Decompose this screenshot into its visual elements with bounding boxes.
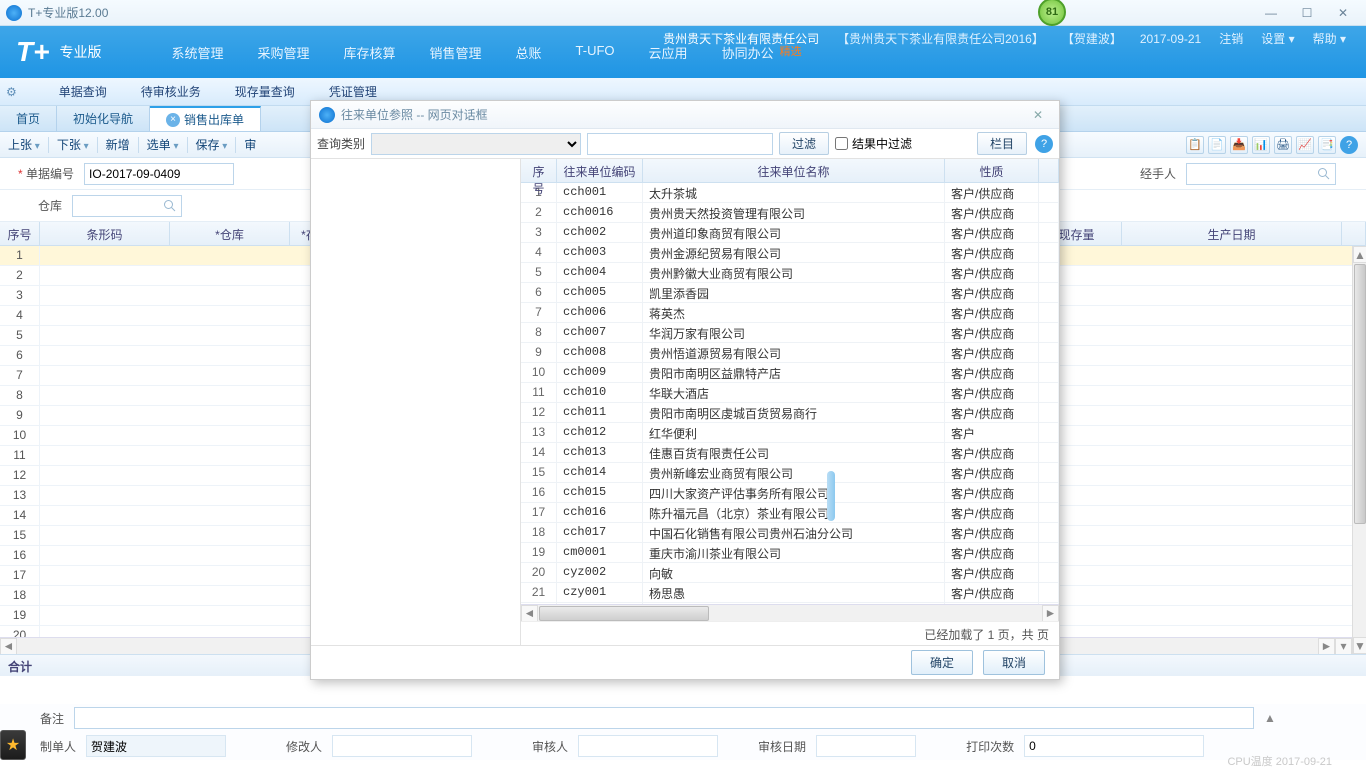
query-input[interactable] — [587, 133, 773, 155]
partner-row[interactable]: 9cch008贵州悟道源贸易有限公司客户/供应商 — [521, 343, 1059, 363]
partner-row[interactable]: 1cch001太升茶城客户/供应商 — [521, 183, 1059, 203]
dialog-titlebar: 往来单位参照 -- 网页对话框 ✕ — [311, 101, 1059, 129]
partner-table: 序号 往来单位编码 往来单位名称 性质 1cch001太升茶城客户/供应商2cc… — [521, 159, 1059, 645]
partner-row[interactable]: 13cch012红华便利客户 — [521, 423, 1059, 443]
partner-row[interactable]: 4cch003贵州金源纪贸易有限公司客户/供应商 — [521, 243, 1059, 263]
dialog-close-icon[interactable]: ✕ — [1025, 105, 1051, 125]
category-tree[interactable] — [311, 159, 521, 645]
partner-row[interactable]: 7cch006蒋英杰客户/供应商 — [521, 303, 1059, 323]
partner-row[interactable]: 18cch017中国石化销售有限公司贵州石油分公司客户/供应商 — [521, 523, 1059, 543]
partner-row[interactable]: 12cch011贵阳市南明区虔城百货贸易商行客户/供应商 — [521, 403, 1059, 423]
partner-row[interactable]: 21czy001杨思愚客户/供应商 — [521, 583, 1059, 603]
partner-row[interactable]: 15cch014贵州新峰宏业商贸有限公司客户/供应商 — [521, 463, 1059, 483]
partner-row[interactable]: 20cyz002向敏客户/供应商 — [521, 563, 1059, 583]
partner-row[interactable]: 11cch010华联大酒店客户/供应商 — [521, 383, 1059, 403]
dh-name[interactable]: 往来单位名称 — [643, 159, 945, 182]
columns-button[interactable]: 栏目 — [977, 132, 1027, 155]
partner-row[interactable]: 2cch0016贵州贵天然投资管理有限公司客户/供应商 — [521, 203, 1059, 223]
query-type-select[interactable] — [371, 133, 581, 155]
dh-seq[interactable]: 序号 — [521, 159, 557, 182]
modal-overlay: 往来单位参照 -- 网页对话框 ✕ 查询类别 过滤 结果中过滤 栏目 ? 序号 — [0, 0, 1366, 768]
filter-button[interactable]: 过滤 — [779, 132, 829, 155]
cancel-button[interactable]: 取消 — [983, 650, 1045, 675]
dlg-h-scrollbar[interactable]: ◄► — [521, 604, 1059, 621]
partner-row[interactable]: 3cch002贵州道印象商贸有限公司客户/供应商 — [521, 223, 1059, 243]
splitter-handle[interactable] — [827, 471, 835, 521]
ie-icon — [319, 107, 335, 123]
dialog-toolbar: 查询类别 过滤 结果中过滤 栏目 ? — [311, 129, 1059, 159]
help-icon[interactable]: ? — [1035, 135, 1053, 153]
partner-row[interactable]: 10cch009贵阳市南明区益鼎特产店客户/供应商 — [521, 363, 1059, 383]
partner-row[interactable]: 5cch004贵州黔徽大业商贸有限公司客户/供应商 — [521, 263, 1059, 283]
query-type-label: 查询类别 — [317, 135, 365, 152]
dlg-status-text: 已经加载了 1 页，共 页 — [521, 621, 1059, 645]
partner-row[interactable]: 17cch016陈升福元昌（北京）茶业有限公司客户/供应商 — [521, 503, 1059, 523]
partner-row[interactable]: 19cm0001重庆市渝川茶业有限公司客户/供应商 — [521, 543, 1059, 563]
partner-ref-dialog: 往来单位参照 -- 网页对话框 ✕ 查询类别 过滤 结果中过滤 栏目 ? 序号 — [310, 100, 1060, 680]
partner-row[interactable]: 6cch005凯里添香园客户/供应商 — [521, 283, 1059, 303]
partner-row[interactable]: 14cch013佳惠百货有限责任公司客户/供应商 — [521, 443, 1059, 463]
cpu-temp-footer: CPU温度 2017-09-21 — [1227, 753, 1332, 769]
dialog-title: 往来单位参照 -- 网页对话框 — [341, 106, 488, 123]
partner-row[interactable]: 16cch015四川大家资产评估事务所有限公司客户/供应商 — [521, 483, 1059, 503]
dh-type[interactable]: 性质 — [945, 159, 1039, 182]
partner-row[interactable]: 8cch007华润万家有限公司客户/供应商 — [521, 323, 1059, 343]
ok-button[interactable]: 确定 — [911, 650, 973, 675]
dh-code[interactable]: 往来单位编码 — [557, 159, 643, 182]
result-filter-checkbox[interactable]: 结果中过滤 — [835, 135, 912, 152]
